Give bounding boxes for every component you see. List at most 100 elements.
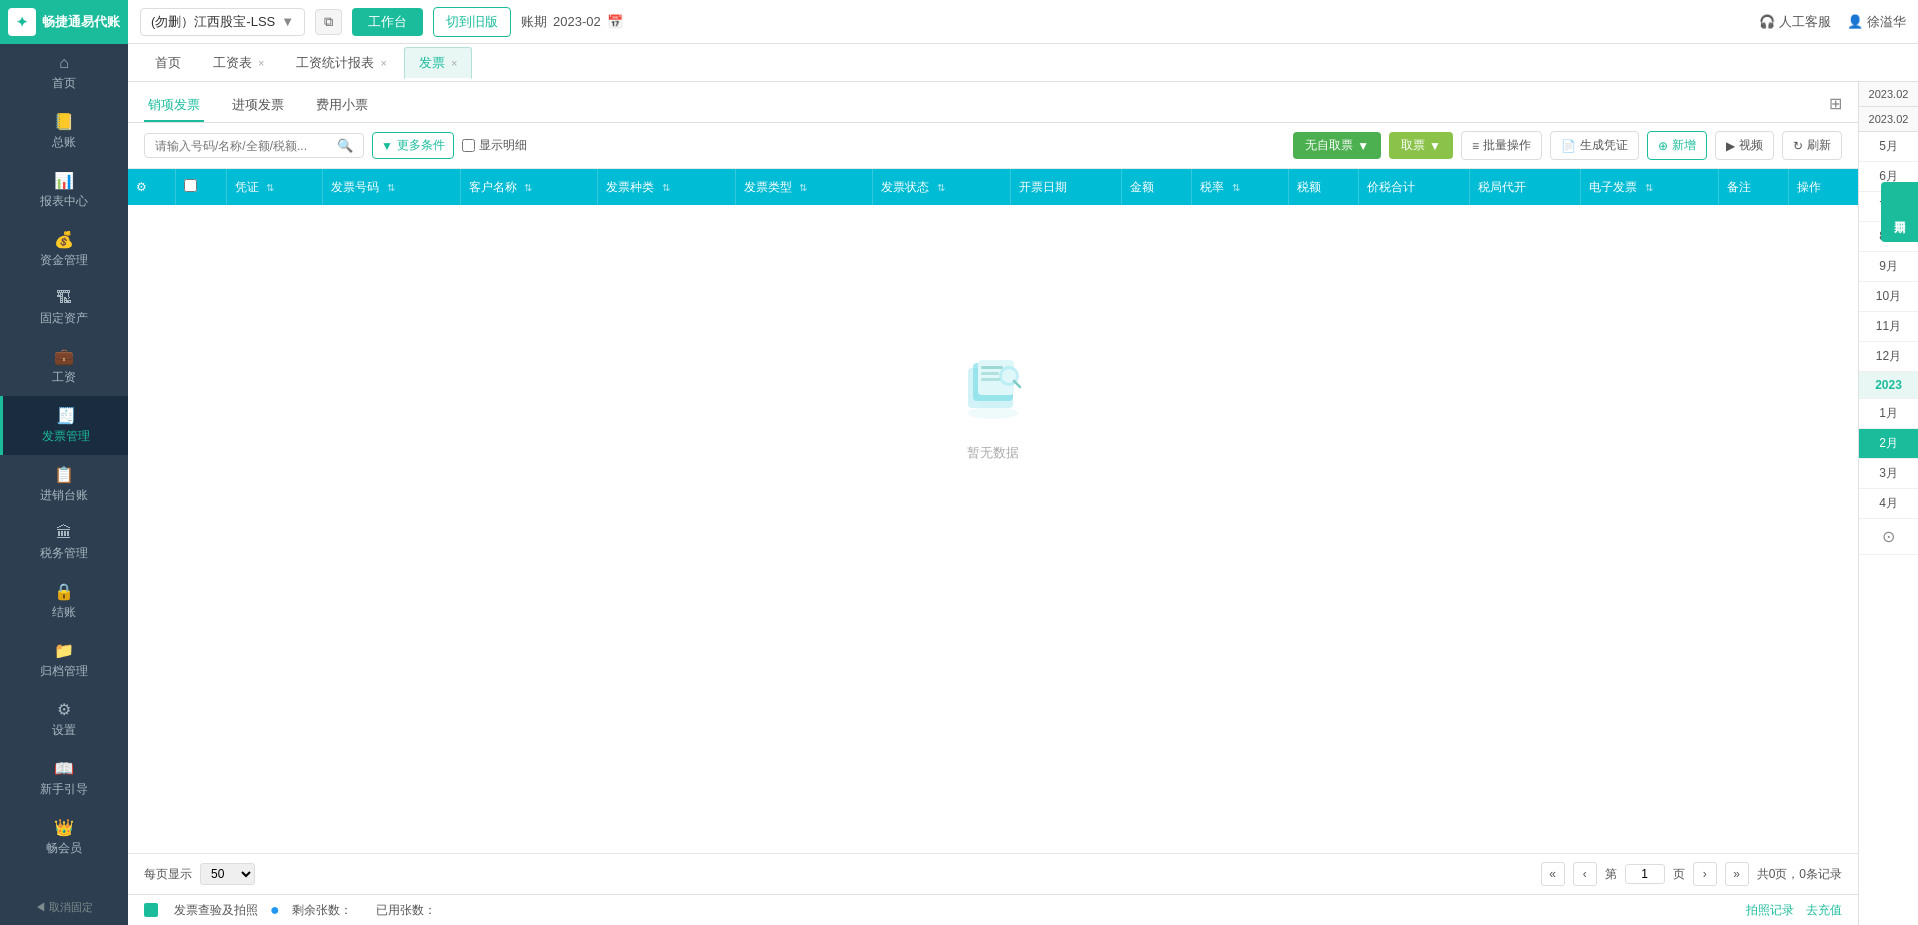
sidebar-item-label: 设置 [52,722,76,739]
first-page-button[interactable]: « [1541,862,1565,886]
sidebar-item-funds[interactable]: 💰 资金管理 [0,220,128,279]
switch-version-button[interactable]: 切到旧版 [433,7,511,37]
date-item-mar[interactable]: 3月 [1859,459,1918,489]
sidebar-item-archive[interactable]: 📁 归档管理 [0,631,128,690]
fixed-assets-icon: 🏗 [56,289,72,307]
gear-icon: ⚙ [57,700,71,719]
sidebar-item-label: 进销台账 [40,487,88,504]
sidebar-item-settings[interactable]: ⚙ 设置 [0,690,128,749]
user-profile-btn[interactable]: 👤 徐溢华 [1847,13,1906,31]
select-all-checkbox[interactable] [184,179,197,192]
date-item-11[interactable]: 11月 [1859,312,1918,342]
col-voucher: 凭证 ⇅ [226,169,322,205]
video-button[interactable]: ▶ 视频 [1715,131,1774,160]
sidebar-item-label: 归档管理 [40,663,88,680]
sidebar-item-member[interactable]: 👑 畅会员 [0,808,128,867]
svg-point-0 [968,407,1018,419]
tab-payroll-table-close[interactable]: × [258,57,264,69]
svg-rect-6 [981,378,1001,381]
date-panel-bottom-btn[interactable]: ⊙ [1859,519,1918,555]
sidebar-item-fixed-assets[interactable]: 🏗 固定资产 [0,279,128,337]
recharge-link[interactable]: 去充值 [1806,902,1842,919]
invoices-icon: 🧾 [56,406,76,425]
tab-invoices-close[interactable]: × [451,57,457,69]
sidebar-toggle[interactable]: ◀ 取消固定 [0,890,128,925]
company-selector[interactable]: (勿删）江西股宝-LSS ▼ [140,8,305,36]
no-ticket-button[interactable]: 无自取票 ▼ [1293,132,1381,159]
col-checkbox[interactable] [175,169,226,205]
tab-invoices[interactable]: 发票 × [404,47,472,79]
date-item-5[interactable]: 5月 [1859,132,1918,162]
subtab-purchase-invoice[interactable]: 进项发票 [228,90,288,122]
verify-label: 发票查验及拍照 [174,902,258,919]
prev-page-button[interactable]: ‹ [1573,862,1597,886]
page-size-select[interactable]: 50 10 20 100 [200,863,255,885]
photo-records-link[interactable]: 拍照记录 [1746,902,1794,919]
used-label: 已用张数： [376,902,436,919]
member-icon: 👑 [54,818,74,837]
open-period-button[interactable]: 开票日期 [1881,182,1918,242]
sidebar-item-invoices[interactable]: 🧾 发票管理 [0,396,128,455]
ticket-button[interactable]: 取票 ▼ [1389,132,1453,159]
col-tax-total: 价税合计 [1358,169,1469,205]
page-number-input[interactable] [1625,864,1665,884]
subtab-sales-invoice[interactable]: 销项发票 [144,90,204,122]
col-e-invoice: 电子发票 ⇅ [1581,169,1719,205]
tab-payroll-stats-close[interactable]: × [380,57,386,69]
tab-payroll-stats[interactable]: 工资统计报表 × [281,47,401,79]
date-item-9[interactable]: 9月 [1859,252,1918,282]
date-panel-header-1: 2023.02 [1859,82,1918,107]
headset-icon: 🎧 [1759,14,1775,29]
date-item-10[interactable]: 10月 [1859,282,1918,312]
guide-icon: 📖 [54,759,74,778]
new-button[interactable]: ⊕ 新增 [1647,131,1707,160]
grid-view-icon[interactable]: ⊞ [1829,94,1842,113]
sidebar-item-home[interactable]: ⌂ 首页 [0,44,128,102]
batch-operation-button[interactable]: ≡ 批量操作 [1461,131,1542,160]
col-invoice-type: 发票种类 ⇅ [598,169,736,205]
generate-voucher-button[interactable]: 📄 生成凭证 [1550,131,1639,160]
sidebar-item-sales[interactable]: 📋 进销台账 [0,455,128,514]
subtab-expense-receipt[interactable]: 费用小票 [312,90,372,122]
date-item-jan[interactable]: 1月 [1859,399,1918,429]
next-page-button[interactable]: › [1693,862,1717,886]
col-customer: 客户名称 ⇅ [460,169,598,205]
sidebar-item-label: 发票管理 [42,428,90,445]
sidebar-item-reports[interactable]: 📊 报表中心 [0,161,128,220]
sidebar-item-payroll[interactable]: 💼 工资 [0,337,128,396]
workspace-button[interactable]: 工作台 [352,8,423,36]
refresh-button[interactable]: ↻ 刷新 [1782,131,1842,160]
filter-icon: ▼ [381,139,393,153]
filter-button[interactable]: ▼ 更多条件 [372,132,454,159]
video-icon: ▶ [1726,139,1735,153]
sidebar-item-tax[interactable]: 🏛 税务管理 [0,514,128,572]
empty-illustration [953,348,1033,428]
sidebar-item-label: 新手引导 [40,781,88,798]
copy-icon[interactable]: ⧉ [315,9,342,35]
tab-home[interactable]: 首页 [140,47,196,79]
sidebar-item-close[interactable]: 🔒 结账 [0,572,128,631]
search-input[interactable] [155,139,331,153]
company-name: (勿删）江西股宝-LSS [151,13,275,31]
table-header-row: ⚙ 凭证 ⇅ 发票号码 ⇅ 客户名称 [128,169,1858,205]
sidebar-item-label: 税务管理 [40,545,88,562]
customer-service-btn[interactable]: 🎧 人工客服 [1759,13,1831,31]
col-tax-rate: 税率 ⇅ [1192,169,1288,205]
show-detail-checkbox[interactable]: 显示明细 [462,137,527,154]
main-area: (勿删）江西股宝-LSS ▼ ⧉ 工作台 切到旧版 账期 2023-02 📅 🎧… [128,0,1918,925]
tab-payroll-table[interactable]: 工资表 × [198,47,279,79]
col-settings[interactable]: ⚙ [128,169,175,205]
col-amount: 金额 [1122,169,1192,205]
archive-icon: 📁 [54,641,74,660]
main-content: 销项发票 进项发票 费用小票 ⊞ 🔍 ▼ [128,82,1858,925]
sidebar-item-guide[interactable]: 📖 新手引导 [0,749,128,808]
date-item-feb[interactable]: 2月 [1859,429,1918,459]
sidebar-item-ledger[interactable]: 📒 总账 [0,102,128,161]
date-item-12[interactable]: 12月 [1859,342,1918,372]
date-item-apr[interactable]: 4月 [1859,489,1918,519]
plus-icon: ⊕ [1658,139,1668,153]
search-box[interactable]: 🔍 [144,133,364,158]
page-unit: 页 [1673,866,1685,883]
show-detail-input[interactable] [462,139,475,152]
last-page-button[interactable]: » [1725,862,1749,886]
